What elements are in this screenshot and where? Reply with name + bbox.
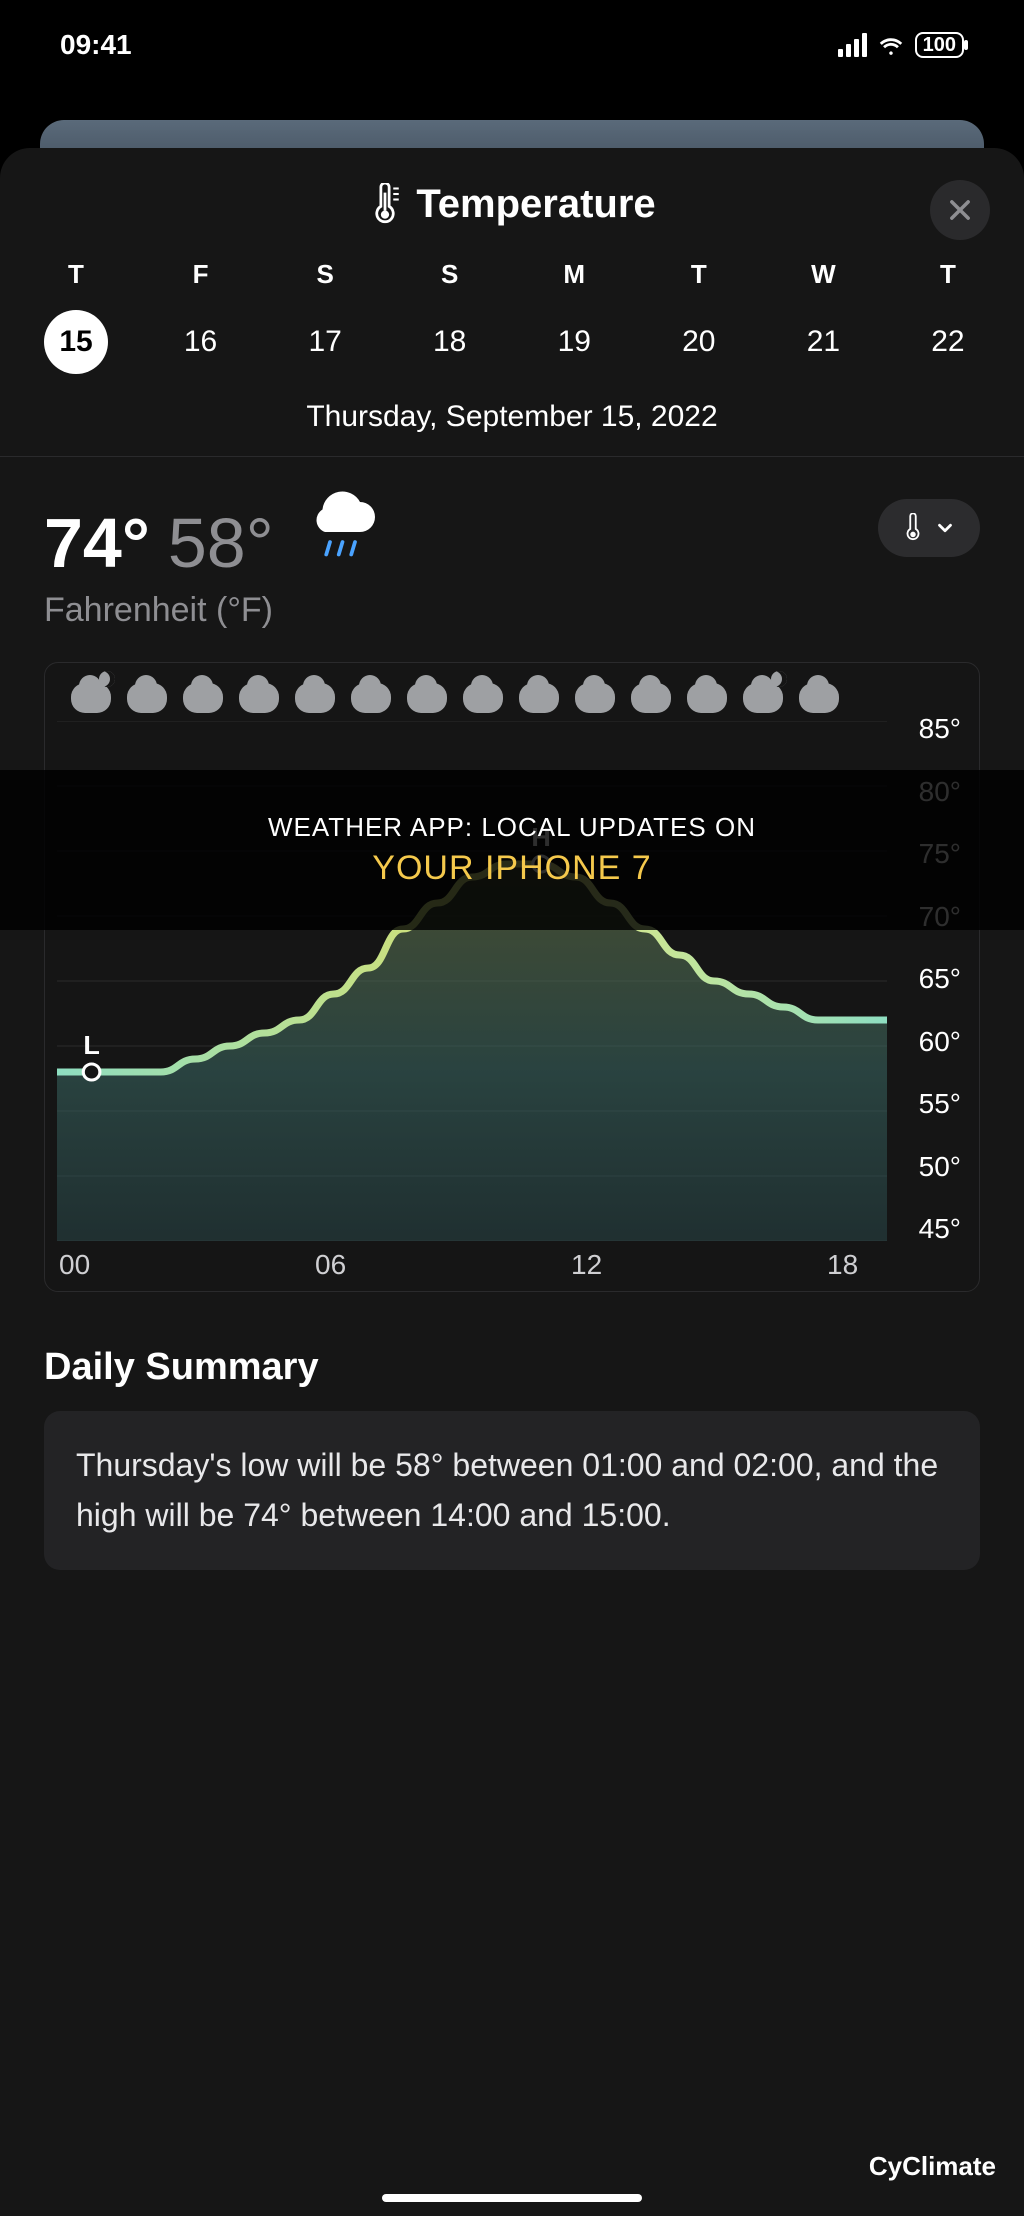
cellular-icon — [838, 33, 867, 57]
thermometer-icon — [368, 183, 402, 227]
day-letter: S — [316, 259, 333, 290]
high-temp: 74° — [44, 503, 150, 583]
low-temp: 58° — [168, 503, 274, 583]
temperature-readout: 74° 58° — [44, 493, 380, 583]
day-letter: T — [691, 259, 707, 290]
day-number: 21 — [791, 310, 855, 374]
temperature-sheet: Temperature T 15 F 16 S 17 S 18 M 19 T 20 W 21 T 22 Thu… — [0, 148, 1024, 2216]
battery-icon: 100 — [915, 32, 964, 58]
chart-x-axis: 00061218 — [59, 1249, 887, 1281]
day-number: 18 — [418, 310, 482, 374]
temperature-chart: LH 85°80°75°70°65°60°55°50°45° 00061218 — [44, 662, 980, 1292]
cloud-icon — [407, 683, 447, 713]
status-time: 09:41 — [60, 29, 132, 61]
day-15[interactable]: T 15 — [36, 259, 116, 374]
overlay-banner: WEATHER APP: LOCAL UPDATES ON YOUR IPHON… — [0, 770, 1024, 930]
thermometer-small-icon — [902, 513, 924, 543]
cloud-night-icon — [743, 683, 783, 713]
hourly-condition-icons — [57, 681, 959, 713]
day-number: 16 — [169, 310, 233, 374]
day-21[interactable]: W 21 — [783, 259, 863, 374]
cloud-icon — [519, 683, 559, 713]
day-strip: T 15 F 16 S 17 S 18 M 19 T 20 W 21 T 22 — [0, 253, 1024, 374]
watermark: CyClimate — [869, 2151, 996, 2182]
unit-label: Fahrenheit (°F) — [44, 591, 980, 630]
day-letter: F — [193, 259, 209, 290]
day-letter: S — [441, 259, 458, 290]
day-letter: M — [563, 259, 585, 290]
day-letter: W — [811, 259, 836, 290]
day-number: 20 — [667, 310, 731, 374]
day-17[interactable]: S 17 — [285, 259, 365, 374]
unit-selector[interactable] — [878, 499, 980, 557]
cloud-icon — [183, 683, 223, 713]
home-indicator — [382, 2194, 642, 2202]
cloud-icon — [575, 683, 615, 713]
cloud-icon — [631, 683, 671, 713]
wifi-icon — [877, 34, 905, 56]
summary-heading: Daily Summary — [44, 1346, 980, 1389]
day-16[interactable]: F 16 — [161, 259, 241, 374]
cloud-icon — [295, 683, 335, 713]
day-number: 19 — [542, 310, 606, 374]
cloud-icon — [127, 683, 167, 713]
full-date-label: Thursday, September 15, 2022 — [0, 400, 1024, 434]
svg-text:L: L — [83, 1030, 99, 1059]
close-icon — [946, 196, 974, 224]
cloud-rain-small-icon — [687, 683, 727, 713]
day-letter: T — [940, 259, 956, 290]
day-number: 22 — [916, 310, 980, 374]
status-bar: 09:41 100 — [0, 0, 1024, 90]
summary-card: Thursday's low will be 58° between 01:00… — [44, 1411, 980, 1570]
cloud-icon — [799, 683, 839, 713]
close-button[interactable] — [930, 180, 990, 240]
cloud-icon — [239, 683, 279, 713]
day-letter: T — [68, 259, 84, 290]
day-20[interactable]: T 20 — [659, 259, 739, 374]
cloud-icon — [351, 683, 391, 713]
day-22[interactable]: T 22 — [908, 259, 988, 374]
cloud-night-icon — [71, 683, 111, 713]
day-19[interactable]: M 19 — [534, 259, 614, 374]
banner-line1: WEATHER APP: LOCAL UPDATES ON — [268, 812, 756, 843]
cloud-icon — [463, 683, 503, 713]
chevron-down-icon — [934, 513, 956, 543]
day-number: 15 — [44, 310, 108, 374]
day-number: 17 — [293, 310, 357, 374]
sheet-title: Temperature — [368, 182, 655, 227]
cloud-rain-icon — [300, 487, 380, 567]
banner-line2: YOUR IPHONE 7 — [372, 849, 651, 888]
day-18[interactable]: S 18 — [410, 259, 490, 374]
